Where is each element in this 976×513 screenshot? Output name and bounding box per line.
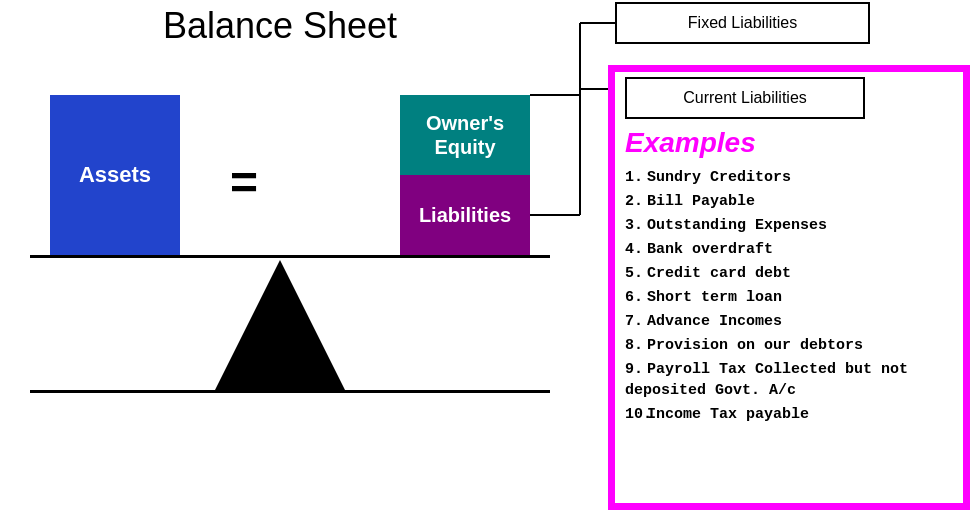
scale-beam — [30, 255, 550, 258]
examples-heading: Examples — [625, 127, 953, 159]
list-item: 5.Credit card debt — [625, 263, 953, 284]
page-title: Balance Sheet — [80, 5, 480, 47]
list-item: 8.Provision on our debtors — [625, 335, 953, 356]
current-liabilities-label: Current Liabilities — [683, 89, 807, 107]
list-item: 9.Payroll Tax Collected but not deposite… — [625, 359, 953, 401]
equals-sign: = — [230, 155, 258, 210]
list-item: 10.Income Tax payable — [625, 404, 953, 425]
list-item: 6.Short term loan — [625, 287, 953, 308]
assets-bar: Assets — [50, 95, 180, 255]
liabilities-bar: Liabilities — [400, 175, 530, 255]
list-item: 7.Advance Incomes — [625, 311, 953, 332]
current-liabilities-box: Current Liabilities — [625, 77, 865, 119]
liabilities-label: Liabilities — [419, 204, 511, 227]
list-item: 3.Outstanding Expenses — [625, 215, 953, 236]
equity-label: Owner'sEquity — [426, 111, 504, 159]
examples-list: 1.Sundry Creditors 2.Bill Payable 3.Outsta… — [625, 167, 953, 425]
fixed-liabilities-label: Fixed Liabilities — [688, 14, 797, 32]
scale-base — [30, 390, 550, 393]
fixed-liabilities-box: Fixed Liabilities — [615, 2, 870, 44]
list-item: 4.Bank overdraft — [625, 239, 953, 260]
scale-fulcrum — [215, 260, 345, 390]
assets-label: Assets — [79, 162, 151, 188]
equity-bar: Owner'sEquity — [400, 95, 530, 175]
list-item: 1.Sundry Creditors — [625, 167, 953, 188]
list-item: 2.Bill Payable — [625, 191, 953, 212]
examples-panel: Current Liabilities Examples 1.Sundry Cr… — [608, 65, 970, 510]
examples-inner: Current Liabilities Examples 1.Sundry Cr… — [615, 72, 963, 503]
